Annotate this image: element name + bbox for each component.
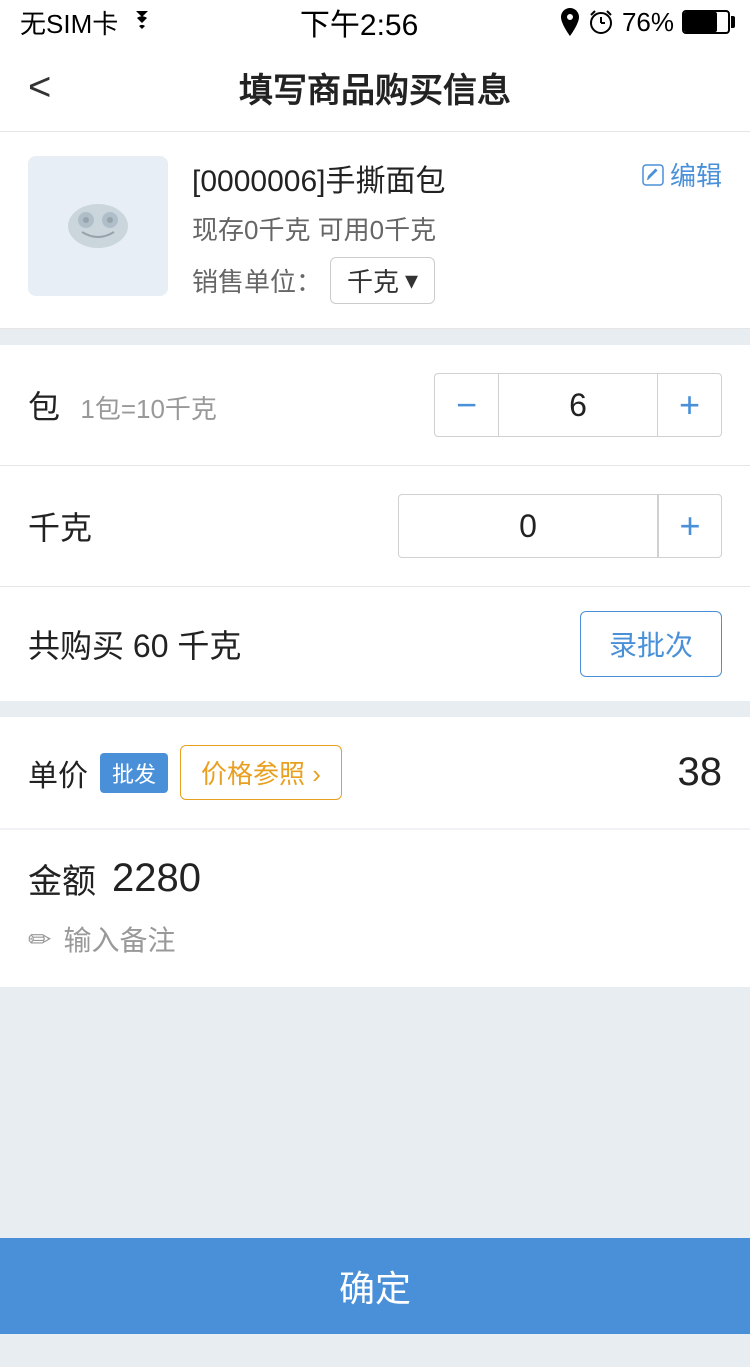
qty-label-bao: 包 1包=10千克 bbox=[28, 382, 217, 428]
minus-icon: − bbox=[456, 384, 477, 426]
wifi-icon bbox=[126, 11, 158, 33]
total-label: 共购买 60 千克 bbox=[28, 621, 241, 667]
amount-section: 金额 2280 ✏ 输入备注 bbox=[0, 830, 750, 987]
product-name: [0000006]手撕面包 bbox=[192, 156, 642, 200]
page-title: 填写商品购买信息 bbox=[239, 63, 511, 112]
qty-section: 包 1包=10千克 − + 千克 + bbox=[0, 345, 750, 587]
qty-input-bao[interactable] bbox=[498, 373, 658, 437]
confirm-button-wrap[interactable]: 确定 bbox=[0, 1238, 750, 1334]
product-info: [0000006]手撕面包 编辑 现存0千克 可用0千克 销售单位： 千克 ▾ bbox=[192, 156, 722, 304]
price-text: 单价 bbox=[28, 751, 88, 795]
product-logo bbox=[58, 196, 138, 256]
product-stock: 现存0千克 可用0千克 bbox=[192, 210, 722, 247]
edit-button[interactable]: 编辑 bbox=[642, 156, 722, 193]
battery-icon bbox=[682, 10, 730, 34]
product-unit-row: 销售单位： 千克 ▾ bbox=[192, 257, 722, 304]
edit-label: 编辑 bbox=[670, 156, 722, 193]
qty-unit-bao: 包 bbox=[28, 389, 60, 425]
qty-unit-kg: 千克 bbox=[28, 510, 92, 546]
nav-bar: < 填写商品购买信息 bbox=[0, 44, 750, 132]
unit-label: 销售单位： bbox=[192, 262, 322, 299]
location-icon bbox=[560, 8, 580, 36]
price-value: 38 bbox=[678, 750, 723, 795]
qty-hint-bao: 1包=10千克 bbox=[80, 394, 217, 424]
plus-icon-kg: + bbox=[679, 505, 700, 547]
pifa-badge: 批发 bbox=[100, 753, 168, 793]
back-button[interactable]: < bbox=[28, 65, 51, 110]
qty-plus-bao[interactable]: + bbox=[658, 373, 722, 437]
unit-select[interactable]: 千克 ▾ bbox=[330, 257, 435, 304]
amount-label: 金额 bbox=[28, 854, 96, 903]
amount-row: 金额 2280 bbox=[28, 854, 722, 903]
qty-control-kg: + bbox=[398, 494, 722, 558]
status-bar-time: 下午2:56 bbox=[300, 0, 418, 44]
product-section: [0000006]手撕面包 编辑 现存0千克 可用0千克 销售单位： 千克 ▾ bbox=[0, 132, 750, 329]
plus-icon: + bbox=[679, 384, 700, 426]
divider-1 bbox=[0, 329, 750, 345]
confirm-button-label: 确定 bbox=[339, 1260, 411, 1312]
price-section: 单价 批发 价格参照 › 38 bbox=[0, 717, 750, 828]
product-header: [0000006]手撕面包 编辑 bbox=[192, 156, 722, 200]
total-row: 共购买 60 千克 录批次 bbox=[0, 587, 750, 701]
remark-row[interactable]: ✏ 输入备注 bbox=[28, 919, 722, 959]
batch-button[interactable]: 录批次 bbox=[580, 611, 722, 677]
remark-icon: ✏ bbox=[28, 923, 51, 956]
qty-input-kg[interactable] bbox=[398, 494, 658, 558]
status-bar: 无SIM卡 下午2:56 76% bbox=[0, 0, 750, 44]
edit-icon bbox=[642, 164, 664, 186]
unit-value: 千克 bbox=[347, 262, 399, 299]
remark-placeholder: 输入备注 bbox=[63, 919, 175, 959]
product-image bbox=[28, 156, 168, 296]
status-bar-right: 76% bbox=[560, 7, 730, 38]
amount-value: 2280 bbox=[112, 856, 201, 901]
carrier-label: 无SIM卡 bbox=[20, 4, 118, 41]
qty-minus-bao[interactable]: − bbox=[434, 373, 498, 437]
qty-control-bao: − + bbox=[434, 373, 722, 437]
qty-row-bao: 包 1包=10千克 − + bbox=[0, 345, 750, 466]
price-ref-button[interactable]: 价格参照 › bbox=[180, 745, 342, 800]
divider-2 bbox=[0, 701, 750, 717]
qty-plus-kg[interactable]: + bbox=[658, 494, 722, 558]
battery-percent: 76% bbox=[622, 7, 674, 38]
qty-row-kg: 千克 + bbox=[0, 466, 750, 587]
status-bar-left: 无SIM卡 bbox=[20, 4, 158, 41]
qty-label-kg: 千克 bbox=[28, 503, 92, 549]
alarm-icon bbox=[588, 9, 614, 35]
price-label: 单价 批发 价格参照 › bbox=[28, 745, 342, 800]
price-row: 单价 批发 价格参照 › 38 bbox=[28, 745, 722, 800]
unit-dropdown-icon: ▾ bbox=[405, 265, 418, 296]
